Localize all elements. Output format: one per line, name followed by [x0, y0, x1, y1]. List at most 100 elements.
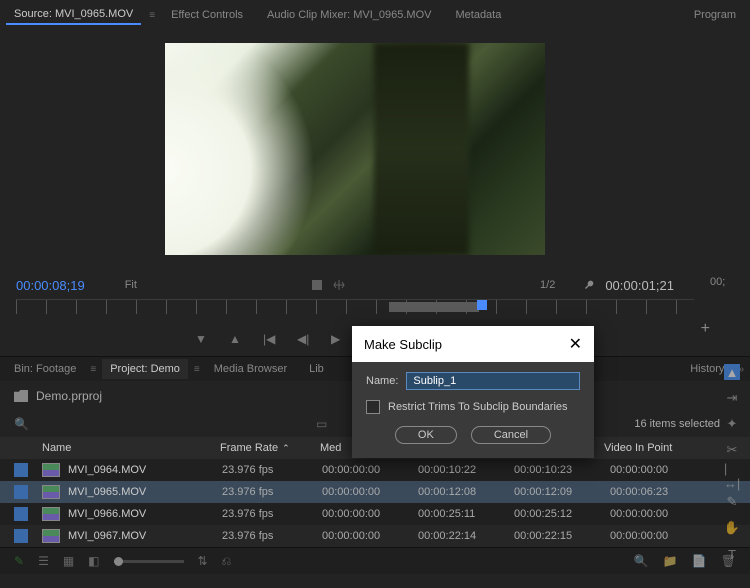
clip-icon [42, 507, 60, 521]
col-name[interactable]: Name [42, 442, 220, 454]
cell-name: MVI_0967.MOV [68, 530, 222, 542]
panel-menu-icon[interactable]: ≡ [149, 10, 155, 21]
duration-timecode: 00:00:01;21 [605, 278, 674, 293]
new-item-icon[interactable]: 📄 [692, 554, 707, 568]
settings-toggle-icon[interactable] [310, 278, 324, 292]
clip-icon [42, 463, 60, 477]
cell-framerate: 23.976 fps [222, 464, 322, 476]
find-icon[interactable]: 🔍 [634, 554, 649, 568]
make-subclip-dialog: Make Subclip ✕ Name: Restrict Trims To S… [352, 326, 594, 458]
list-view-icon[interactable]: ☰ [38, 554, 49, 568]
subclip-name-input[interactable] [406, 372, 580, 390]
tab-source[interactable]: Source: MVI_0965.MOV [6, 5, 141, 25]
new-bin-icon[interactable]: 📁 [663, 554, 678, 568]
add-button-icon[interactable]: + [701, 320, 710, 338]
close-icon[interactable]: ✕ [569, 334, 582, 354]
ripple-tool-icon[interactable]: ✦ [724, 416, 740, 432]
filter-bin-icon[interactable]: ▭ [316, 417, 327, 431]
program-timecode: 00; [710, 276, 750, 288]
track-select-tool-icon[interactable]: ⇥ [724, 390, 740, 406]
cell-media-start: 00:00:00:00 [322, 508, 418, 520]
zoom-slider[interactable] [114, 560, 184, 563]
tab-metadata[interactable]: Metadata [447, 6, 509, 24]
cell-media-end: 00:00:25:11 [418, 508, 514, 520]
cell-media-end: 00:00:10:22 [418, 464, 514, 476]
table-row[interactable]: MVI_0964.MOV23.976 fps00:00:00:0000:00:1… [0, 459, 750, 481]
tab-project[interactable]: Project: Demo [102, 359, 188, 379]
cell-name: MVI_0966.MOV [68, 508, 222, 520]
time-ruler[interactable] [16, 299, 694, 328]
source-monitor: 00:00:08;19 Fit 1/2 00:00:01;21 ▼ ▲ |◀ ◀… [0, 26, 750, 356]
restrict-label: Restrict Trims To Subclip Boundaries [388, 401, 568, 413]
cell-media-dur: 00:00:22:15 [514, 530, 610, 542]
cell-video-in: 00:00:06:23 [610, 486, 710, 498]
search-icon[interactable]: 🔍 [14, 417, 29, 431]
cell-name: MVI_0964.MOV [68, 464, 222, 476]
zoom-fit-dropdown[interactable]: Fit [125, 279, 137, 291]
source-panel-tabs: Source: MVI_0965.MOV ≡ Effect Controls A… [0, 0, 750, 26]
col-video-in[interactable]: Video In Point [604, 442, 704, 454]
hand-tool-icon[interactable]: ✋ [724, 520, 740, 536]
playhead-timecode[interactable]: 00:00:08;19 [16, 278, 85, 293]
playhead[interactable] [477, 300, 487, 310]
folder-icon [14, 390, 28, 402]
pen-icon[interactable]: ✎ [14, 554, 24, 568]
play-icon[interactable]: ▶ [331, 332, 345, 346]
table-row[interactable]: MVI_0965.MOV23.976 fps00:00:00:0000:00:1… [0, 481, 750, 503]
pen-tool-icon[interactable]: ✎ [724, 494, 740, 510]
video-preview-area[interactable] [0, 26, 710, 271]
panel-menu-icon[interactable]: ≡ [90, 364, 96, 375]
cancel-button[interactable]: Cancel [471, 426, 551, 444]
tab-bin-footage[interactable]: Bin: Footage [6, 359, 84, 379]
cell-media-dur: 00:00:10:23 [514, 464, 610, 476]
project-table-body: MVI_0964.MOV23.976 fps00:00:00:0000:00:1… [0, 459, 750, 547]
mark-out-icon[interactable]: ▲ [229, 332, 243, 346]
drag-video-icon[interactable] [332, 278, 346, 292]
go-in-icon[interactable]: |◀ [263, 332, 277, 346]
tab-program[interactable]: Program [686, 6, 744, 24]
cell-video-in: 00:00:00:00 [610, 530, 710, 542]
selection-tool-icon[interactable]: ▲ [724, 364, 740, 380]
cell-framerate: 23.976 fps [222, 530, 322, 542]
clip-icon [42, 485, 60, 499]
project-name: Demo.prproj [36, 389, 102, 403]
project-footer: ✎ ☰ ▦ ◧ ⇅ ⎌ 🔍 📁 📄 🗑 [0, 547, 750, 574]
step-back-icon[interactable]: ◀| [297, 332, 311, 346]
panel-menu-icon[interactable]: ≡ [194, 364, 200, 375]
freeform-view-icon[interactable]: ◧ [88, 554, 99, 568]
slip-tool-icon[interactable]: |↔| [724, 468, 740, 484]
wrench-icon[interactable] [583, 278, 597, 292]
dialog-title: Make Subclip [364, 337, 442, 352]
razor-tool-icon[interactable]: ✂ [724, 442, 740, 458]
cell-video-in: 00:00:00:00 [610, 508, 710, 520]
ok-button[interactable]: OK [395, 426, 457, 444]
tab-effect-controls[interactable]: Effect Controls [163, 6, 251, 24]
clip-icon [42, 529, 60, 543]
automate-icon[interactable]: ⎌ [222, 554, 232, 569]
row-checkbox[interactable] [14, 507, 28, 521]
sort-asc-icon: ⌃ [282, 443, 290, 454]
mark-in-icon[interactable]: ▼ [195, 332, 209, 346]
icon-view-icon[interactable]: ▦ [63, 554, 74, 568]
cell-framerate: 23.976 fps [222, 508, 322, 520]
type-tool-icon[interactable]: T [724, 546, 740, 562]
cell-media-dur: 00:00:25:12 [514, 508, 610, 520]
row-checkbox[interactable] [14, 529, 28, 543]
cell-media-end: 00:00:22:14 [418, 530, 514, 542]
in-out-range[interactable] [389, 302, 479, 312]
tab-libraries[interactable]: Lib [301, 359, 332, 379]
resolution-dropdown[interactable]: 1/2 [540, 279, 555, 291]
table-row[interactable]: MVI_0967.MOV23.976 fps00:00:00:0000:00:2… [0, 525, 750, 547]
program-strip: 00; [710, 26, 750, 356]
table-row[interactable]: MVI_0966.MOV23.976 fps00:00:00:0000:00:2… [0, 503, 750, 525]
restrict-checkbox[interactable] [366, 400, 380, 414]
tab-media-browser[interactable]: Media Browser [206, 359, 295, 379]
col-frame-rate[interactable]: Frame Rate⌃ [220, 442, 320, 454]
row-checkbox[interactable] [14, 463, 28, 477]
tab-audio-mixer[interactable]: Audio Clip Mixer: MVI_0965.MOV [259, 6, 439, 24]
sort-icon[interactable]: ⇅ [198, 554, 208, 568]
row-checkbox[interactable] [14, 485, 28, 499]
video-preview [165, 43, 545, 255]
cell-name: MVI_0965.MOV [68, 486, 222, 498]
cell-media-end: 00:00:12:08 [418, 486, 514, 498]
